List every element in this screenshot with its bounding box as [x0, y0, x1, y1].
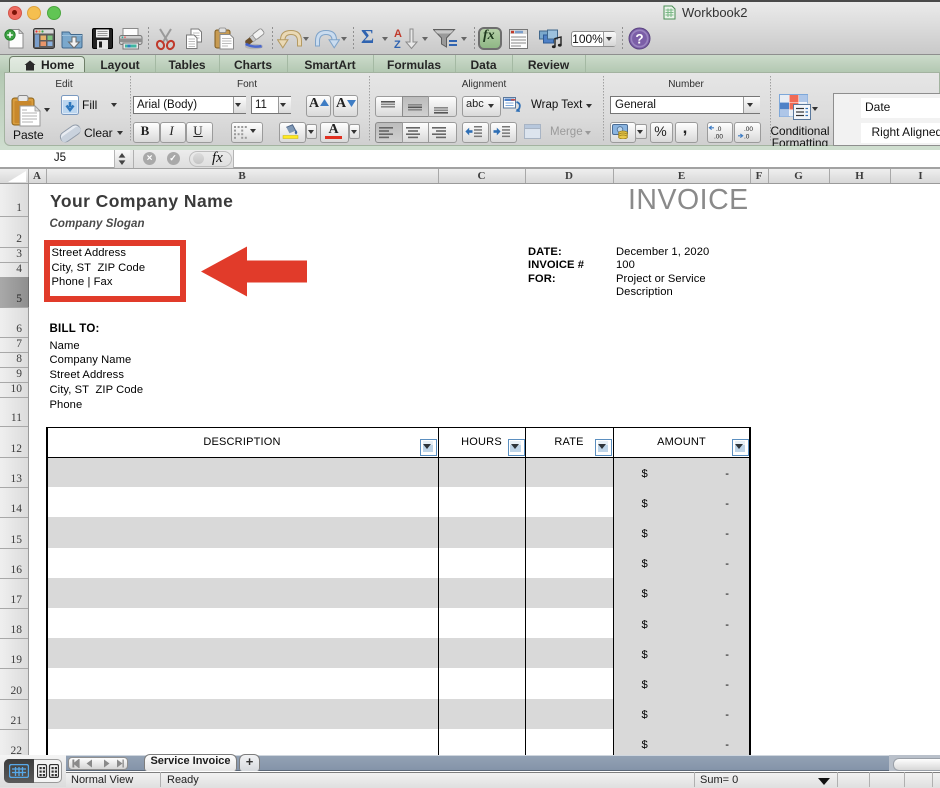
- svg-text:.0: .0: [744, 133, 750, 140]
- svg-text:?: ?: [635, 32, 643, 47]
- svg-text:Z: Z: [394, 39, 401, 50]
- svg-text:.00: .00: [714, 133, 723, 140]
- svg-text:.0: .0: [716, 126, 722, 133]
- svg-text:.00: .00: [744, 126, 753, 133]
